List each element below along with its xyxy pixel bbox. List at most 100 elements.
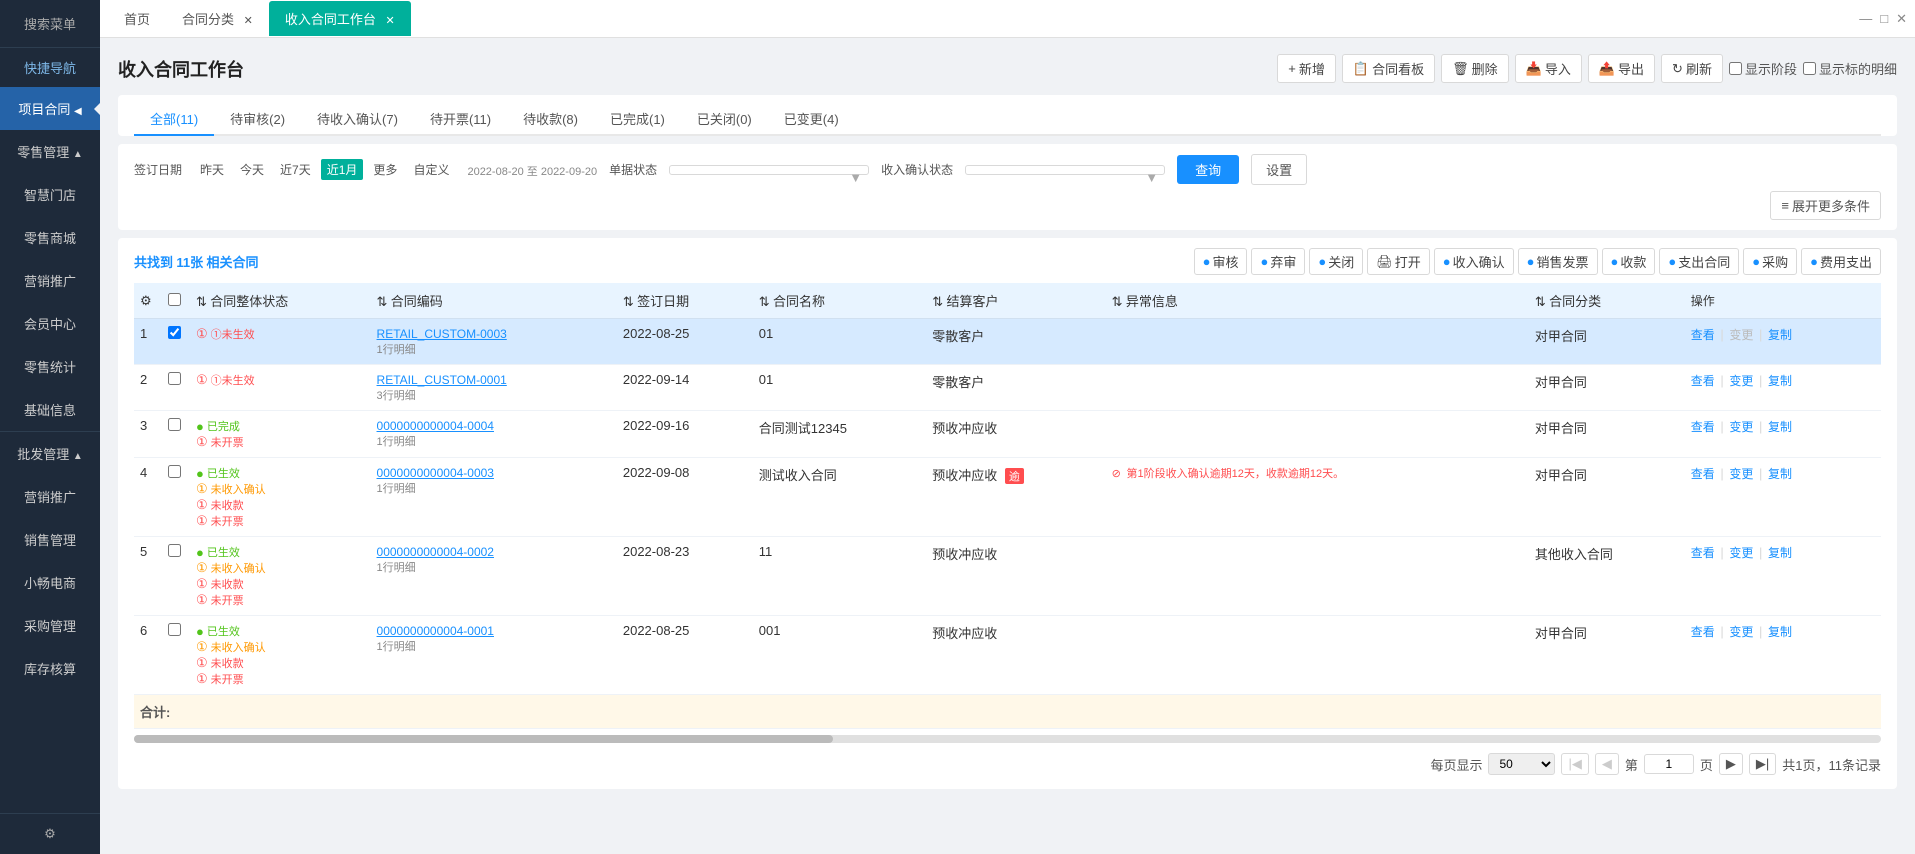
maximize-button[interactable]: □	[1880, 11, 1888, 27]
sidebar-item-marketing2[interactable]: 营销推广	[0, 475, 100, 518]
view-link[interactable]: 查看	[1691, 328, 1715, 342]
copy-link[interactable]: 复制	[1768, 546, 1792, 560]
show-fields-checkbox[interactable]: 显示阶段	[1729, 59, 1797, 78]
contract-code-link[interactable]: 0000000000004-0001	[377, 624, 494, 638]
sidebar-item-xiaochang[interactable]: 小畅电商	[0, 561, 100, 604]
tab-close-contract-category[interactable]: ✕	[244, 15, 253, 27]
tab-close-income-workbench[interactable]: ✕	[386, 15, 395, 27]
sidebar-search[interactable]: 搜索菜单	[0, 0, 100, 48]
page-number-input[interactable]	[1644, 754, 1694, 774]
contract-code-link[interactable]: 0000000000004-0002	[377, 545, 494, 559]
sidebar-item-inventory[interactable]: 库存核算	[0, 647, 100, 690]
view-link[interactable]: 查看	[1691, 625, 1715, 639]
change-link[interactable]: 变更	[1729, 374, 1753, 388]
sidebar-item-project[interactable]: 项目合同 ◀	[0, 87, 100, 130]
tab-income-workbench[interactable]: 收入合同工作台 ✕	[269, 1, 411, 36]
view-link[interactable]: 查看	[1691, 420, 1715, 434]
sidebar-item-member[interactable]: 会员中心	[0, 302, 100, 345]
tab-contract-category[interactable]: 合同分类 ✕	[166, 1, 269, 36]
filter-tab-pending-review[interactable]: 待审核(2)	[214, 103, 301, 136]
scrollbar-thumb[interactable]	[134, 735, 833, 743]
show-detail-checkbox[interactable]: 显示标的明细	[1803, 59, 1897, 78]
tab-home[interactable]: 首页	[108, 1, 166, 36]
row-checkbox[interactable]	[162, 319, 190, 365]
sidebar-settings[interactable]: ⚙	[0, 813, 100, 854]
row-checkbox[interactable]	[162, 458, 190, 537]
sales-invoice-button[interactable]: ● 销售发票	[1518, 248, 1598, 275]
sidebar-item-smart-shop[interactable]: 智慧门店	[0, 173, 100, 216]
last-page-button[interactable]: ▶|	[1749, 753, 1776, 775]
sidebar-item-retail-mall[interactable]: 零售商城	[0, 216, 100, 259]
contract-code-link[interactable]: 0000000000004-0004	[377, 419, 494, 433]
filter-tab-all[interactable]: 全部(11)	[134, 103, 214, 136]
change-link[interactable]: 变更	[1729, 467, 1753, 481]
copy-link[interactable]: 复制	[1768, 374, 1792, 388]
filter-tab-closed[interactable]: 已关闭(0)	[681, 103, 768, 136]
add-button[interactable]: + 新增	[1277, 54, 1336, 83]
filter-tab-completed[interactable]: 已完成(1)	[594, 103, 681, 136]
select-all-checkbox[interactable]	[168, 293, 181, 306]
delete-button[interactable]: 🗑 删除	[1441, 54, 1509, 83]
sidebar-item-base-info[interactable]: 基础信息	[0, 388, 100, 431]
settings-icon[interactable]: ⚙	[140, 293, 152, 308]
copy-link[interactable]: 复制	[1768, 625, 1792, 639]
contract-code-link[interactable]: 0000000000004-0003	[377, 466, 494, 480]
minimize-button[interactable]: —	[1859, 11, 1872, 27]
income-confirm-button[interactable]: ● 收入确认	[1434, 248, 1514, 275]
date-btn-last7[interactable]: 近7天	[274, 159, 317, 180]
sidebar-item-sales-mgmt[interactable]: 销售管理	[0, 518, 100, 561]
contract-code-link[interactable]: RETAIL_CUSTOM-0003	[377, 327, 507, 341]
query-button[interactable]: 查询	[1177, 155, 1239, 184]
sidebar-item-purchase[interactable]: 采购管理	[0, 604, 100, 647]
prev-page-button[interactable]: ◀	[1595, 753, 1619, 775]
cost-out-button[interactable]: ● 费用支出	[1801, 248, 1881, 275]
row-checkbox[interactable]	[162, 365, 190, 411]
view-link[interactable]: 查看	[1691, 467, 1715, 481]
first-page-button[interactable]: |◀	[1561, 753, 1588, 775]
row-checkbox[interactable]	[162, 411, 190, 458]
close-action-button[interactable]: ● 关闭	[1309, 248, 1363, 275]
sidebar-quick-nav[interactable]: 快捷导航	[0, 48, 100, 87]
filter-tab-pending-payment[interactable]: 待收款(8)	[507, 103, 594, 136]
sidebar-item-retail-mgmt[interactable]: 零售管理 ▲	[0, 130, 100, 173]
filter-tab-pending-income[interactable]: 待收入确认(7)	[301, 103, 414, 136]
purchase-button[interactable]: ● 采购	[1743, 248, 1797, 275]
view-link[interactable]: 查看	[1691, 374, 1715, 388]
payment-button[interactable]: ● 收款	[1602, 248, 1656, 275]
date-btn-last1month[interactable]: 近1月	[321, 159, 364, 180]
sidebar-item-retail-stats[interactable]: 零售统计	[0, 345, 100, 388]
copy-link[interactable]: 复制	[1768, 420, 1792, 434]
row-checkbox[interactable]	[162, 616, 190, 695]
print-button[interactable]: 🖨 打开	[1367, 248, 1430, 275]
review-button[interactable]: ● 审核	[1194, 248, 1248, 275]
expand-conditions-button[interactable]: ≡ 展开更多条件	[1770, 191, 1881, 220]
date-btn-more[interactable]: 更多	[367, 159, 403, 180]
close-button[interactable]: ✕	[1896, 11, 1907, 27]
change-link[interactable]: 变更	[1729, 625, 1753, 639]
change-link[interactable]: 变更	[1729, 328, 1753, 342]
expense-out-button[interactable]: ● 支出合同	[1659, 248, 1739, 275]
import-button[interactable]: 📥 导入	[1515, 54, 1582, 83]
page-size-select[interactable]: 50 20 100	[1488, 753, 1555, 775]
row-checkbox[interactable]	[162, 537, 190, 616]
change-link[interactable]: 变更	[1729, 546, 1753, 560]
sidebar-item-wholesale[interactable]: 批发管理 ▲	[0, 431, 100, 475]
filter-tab-changed[interactable]: 已变更(4)	[768, 103, 855, 136]
col-settings[interactable]: ⚙	[134, 283, 162, 319]
view-link[interactable]: 查看	[1691, 546, 1715, 560]
next-page-button[interactable]: ▶	[1719, 753, 1743, 775]
settings-button[interactable]: 设置	[1251, 154, 1307, 185]
copy-link[interactable]: 复制	[1768, 328, 1792, 342]
col-checkbox[interactable]	[162, 283, 190, 319]
date-btn-custom[interactable]: 自定义	[407, 159, 455, 180]
filter-tab-pending-invoice[interactable]: 待开票(11)	[414, 103, 507, 136]
refresh-button[interactable]: ↻ 刷新	[1661, 54, 1723, 83]
sidebar-item-marketing[interactable]: 营销推广	[0, 259, 100, 302]
copy-link[interactable]: 复制	[1768, 467, 1792, 481]
income-confirm-select[interactable]: ▼	[965, 165, 1165, 175]
change-link[interactable]: 变更	[1729, 420, 1753, 434]
abandon-button[interactable]: ● 弃审	[1251, 248, 1305, 275]
contract-board-button[interactable]: 📋 合同看板	[1342, 54, 1435, 83]
doc-status-select[interactable]: ▼	[669, 165, 869, 175]
contract-code-link[interactable]: RETAIL_CUSTOM-0001	[377, 373, 507, 387]
